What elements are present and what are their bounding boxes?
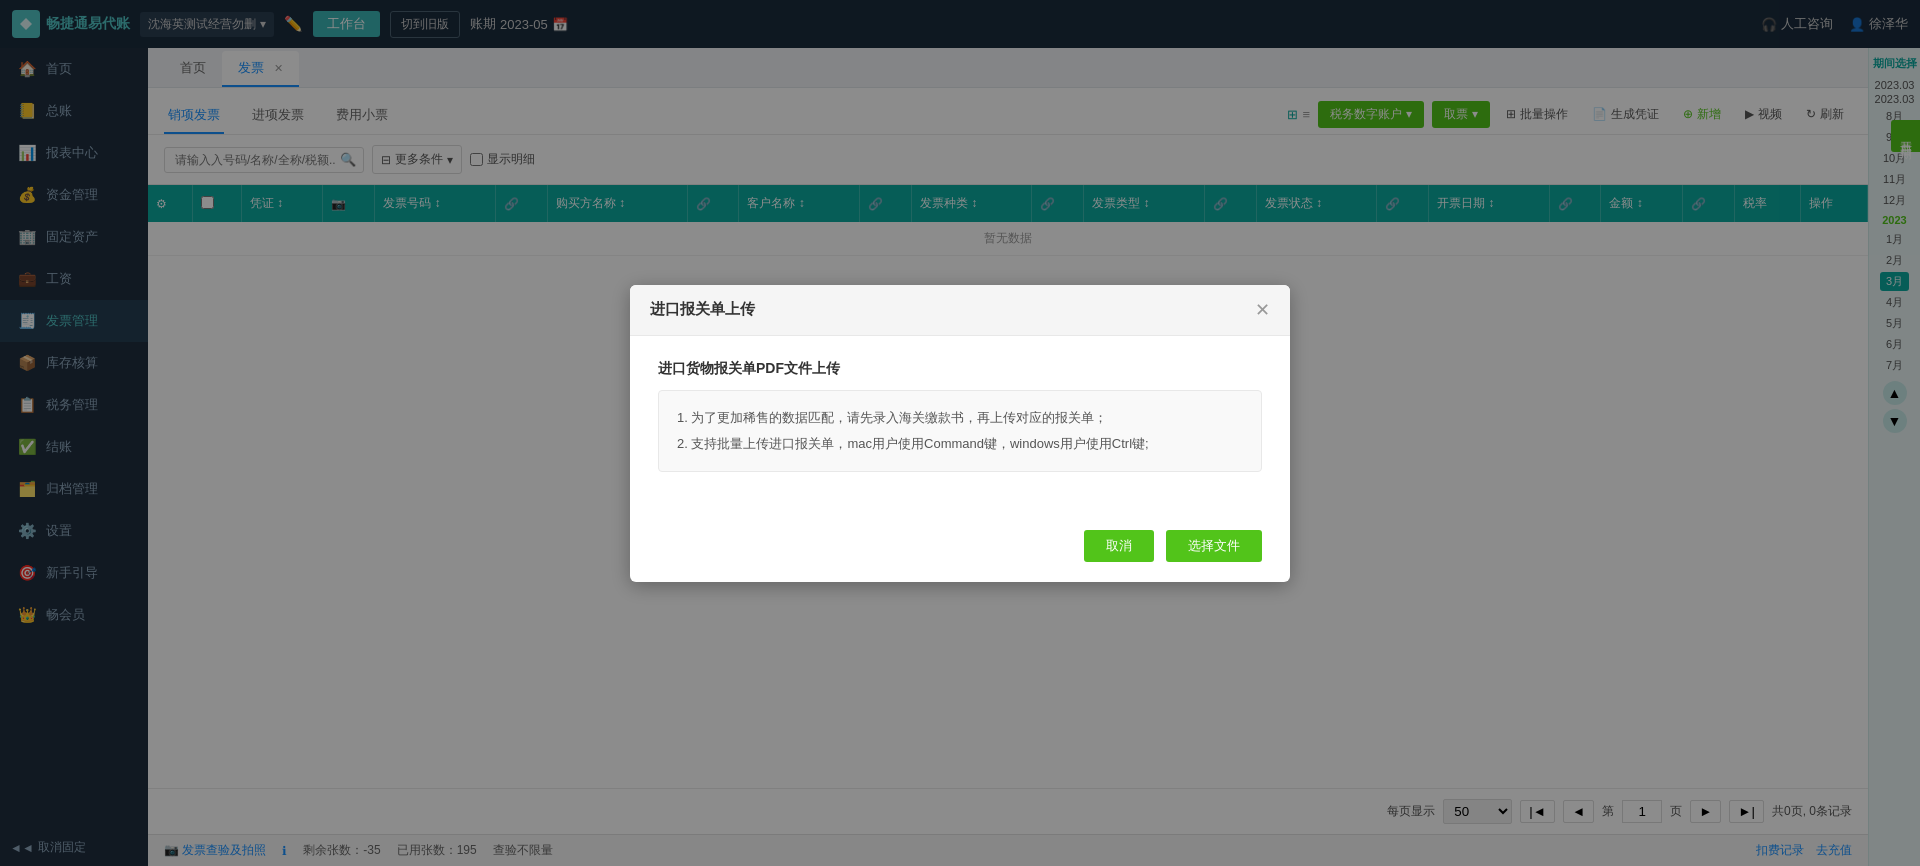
modal-cancel-button[interactable]: 取消 [1084, 530, 1154, 562]
modal-header: 进口报关单上传 ✕ [630, 285, 1290, 336]
modal-info-item-1: 1. 为了更加稀售的数据匹配，请先录入海关缴款书，再上传对应的报关单； [677, 405, 1243, 431]
modal-info-box: 1. 为了更加稀售的数据匹配，请先录入海关缴款书，再上传对应的报关单； 2. 支… [658, 390, 1262, 472]
modal-section-title: 进口货物报关单PDF文件上传 [658, 360, 1262, 378]
modal-close-button[interactable]: ✕ [1255, 299, 1270, 321]
modal-overlay[interactable]: 进口报关单上传 ✕ 进口货物报关单PDF文件上传 1. 为了更加稀售的数据匹配，… [0, 0, 1920, 866]
modal-title: 进口报关单上传 [650, 300, 755, 319]
modal-select-file-button[interactable]: 选择文件 [1166, 530, 1262, 562]
modal-info-item-2: 2. 支持批量上传进口报关单，mac用户使用Command键，windows用户… [677, 431, 1243, 457]
import-customs-modal: 进口报关单上传 ✕ 进口货物报关单PDF文件上传 1. 为了更加稀售的数据匹配，… [630, 285, 1290, 582]
modal-body: 进口货物报关单PDF文件上传 1. 为了更加稀售的数据匹配，请先录入海关缴款书，… [630, 336, 1290, 516]
modal-footer: 取消 选择文件 [630, 516, 1290, 582]
